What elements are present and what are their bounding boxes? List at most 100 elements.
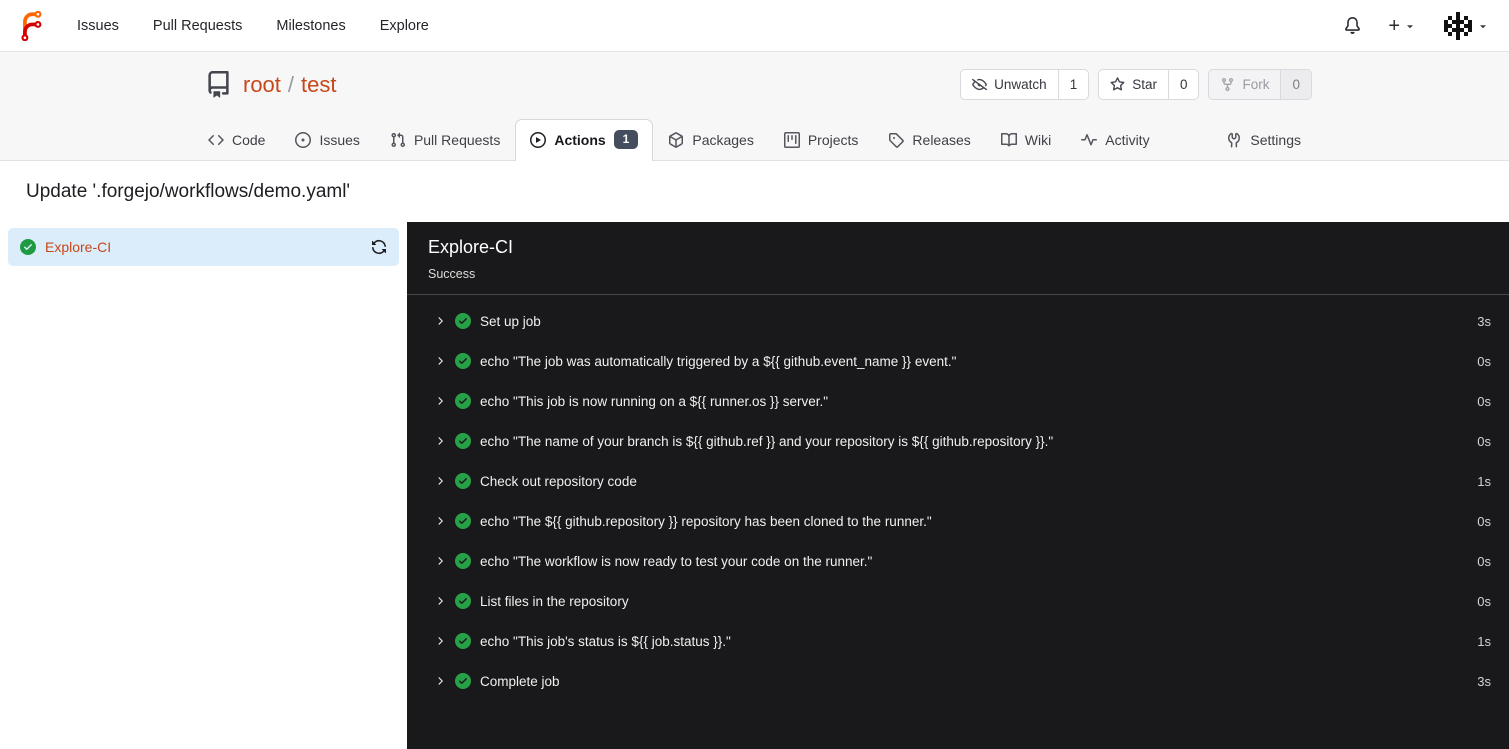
star-icon bbox=[1110, 77, 1125, 92]
stars-count[interactable]: 0 bbox=[1167, 70, 1199, 99]
step-name: echo "The workflow is now ready to test … bbox=[480, 553, 873, 569]
step-row[interactable]: echo "This job is now running on a ${{ r… bbox=[407, 381, 1509, 421]
rerun-sync-icon[interactable] bbox=[371, 239, 387, 255]
tab-issues[interactable]: Issues bbox=[280, 119, 374, 161]
tab-projects[interactable]: Projects bbox=[769, 119, 874, 161]
step-duration: 0s bbox=[1477, 433, 1491, 449]
chevron-right-icon bbox=[434, 435, 446, 447]
nav-issues[interactable]: Issues bbox=[60, 0, 136, 52]
tab-label: Projects bbox=[807, 131, 859, 148]
tab-label: Pull Requests bbox=[413, 131, 501, 148]
job-panel-title: Explore-CI bbox=[428, 237, 514, 257]
repo-owner-link[interactable]: root bbox=[243, 72, 281, 98]
tab-code[interactable]: Code bbox=[193, 119, 280, 161]
fork-button: Fork 0 bbox=[1208, 69, 1312, 100]
step-name: echo "The ${{ github.repository }} repos… bbox=[480, 513, 932, 529]
job-sidebar: Explore-CI bbox=[0, 222, 407, 749]
watchers-count[interactable]: 1 bbox=[1057, 70, 1089, 99]
check-circle-icon bbox=[455, 593, 471, 609]
check-circle-icon bbox=[20, 239, 36, 255]
package-icon bbox=[668, 132, 684, 148]
code-icon bbox=[208, 132, 224, 148]
job-panel-status: Success bbox=[428, 267, 476, 281]
tab-releases[interactable]: Releases bbox=[873, 119, 985, 161]
star-label: Star bbox=[1132, 77, 1157, 92]
chevron-right-icon bbox=[434, 355, 446, 367]
unwatch-button[interactable]: Unwatch 1 bbox=[960, 69, 1090, 100]
step-row[interactable]: echo "The workflow is now ready to test … bbox=[407, 541, 1509, 581]
step-duration: 1s bbox=[1477, 473, 1491, 489]
chevron-right-icon bbox=[434, 635, 446, 647]
unwatch-label: Unwatch bbox=[994, 77, 1047, 92]
job-steps-panel: Explore-CI Success Set up job 3s echo "T… bbox=[407, 222, 1509, 749]
star-button[interactable]: Star 0 bbox=[1098, 69, 1200, 100]
nav-pull-requests[interactable]: Pull Requests bbox=[136, 0, 259, 52]
actions-count-badge: 1 bbox=[613, 130, 639, 149]
plus-icon: + bbox=[1388, 14, 1400, 37]
step-row[interactable]: echo "The name of your branch is ${{ git… bbox=[407, 421, 1509, 461]
tab-pull-requests[interactable]: Pull Requests bbox=[375, 119, 515, 161]
step-row[interactable]: echo "The ${{ github.repository }} repos… bbox=[407, 501, 1509, 541]
step-name: List files in the repository bbox=[480, 593, 629, 609]
check-circle-icon bbox=[455, 313, 471, 329]
step-row[interactable]: List files in the repository 0s bbox=[407, 581, 1509, 621]
fork-icon bbox=[1220, 77, 1235, 92]
chevron-right-icon bbox=[434, 315, 446, 327]
tab-actions[interactable]: Actions 1 bbox=[515, 119, 654, 161]
workflow-run-title: Update '.forgejo/workflows/demo.yaml' bbox=[26, 180, 351, 202]
tab-label: Issues bbox=[319, 131, 360, 148]
eye-closed-icon bbox=[972, 77, 987, 92]
step-duration: 3s bbox=[1477, 313, 1491, 329]
book-icon bbox=[1001, 132, 1017, 148]
nav-explore[interactable]: Explore bbox=[363, 0, 446, 52]
create-new-button[interactable]: + bbox=[1388, 16, 1416, 36]
forks-count[interactable]: 0 bbox=[1280, 70, 1311, 99]
user-avatar bbox=[1443, 10, 1473, 41]
check-circle-icon bbox=[455, 633, 471, 649]
step-name: echo "This job's status is ${{ job.statu… bbox=[480, 633, 731, 649]
tab-activity[interactable]: Activity bbox=[1066, 119, 1164, 161]
step-duration: 0s bbox=[1477, 513, 1491, 529]
step-row[interactable]: Check out repository code 1s bbox=[407, 461, 1509, 501]
repo-separator: / bbox=[287, 71, 295, 97]
step-name: Check out repository code bbox=[480, 473, 637, 489]
step-row[interactable]: echo "The job was automatically triggere… bbox=[407, 341, 1509, 381]
tab-settings[interactable]: Settings bbox=[1211, 119, 1316, 161]
notifications-button[interactable] bbox=[1344, 17, 1361, 34]
run-body: Explore-CI Explore-CI Success Set up job… bbox=[0, 222, 1509, 749]
tools-icon bbox=[1226, 132, 1242, 148]
job-item-explore-ci[interactable]: Explore-CI bbox=[8, 228, 399, 266]
step-row[interactable]: Set up job 3s bbox=[407, 301, 1509, 341]
check-circle-icon bbox=[455, 473, 471, 489]
top-navbar: Issues Pull Requests Milestones Explore … bbox=[0, 0, 1509, 52]
repo-name-link[interactable]: test bbox=[301, 72, 336, 98]
chevron-right-icon bbox=[434, 555, 446, 567]
tab-label: Activity bbox=[1105, 131, 1150, 148]
tab-label: Actions bbox=[554, 131, 606, 148]
step-name: echo "The name of your branch is ${{ git… bbox=[480, 433, 1054, 449]
chevron-down-icon bbox=[1477, 20, 1489, 32]
user-menu-button[interactable] bbox=[1443, 10, 1489, 41]
repo-action-buttons: Unwatch 1 Star 0 Fork 0 bbox=[960, 69, 1312, 100]
tab-packages[interactable]: Packages bbox=[653, 119, 768, 161]
tab-label: Wiki bbox=[1024, 131, 1052, 148]
job-name: Explore-CI bbox=[45, 239, 112, 255]
tab-label: Releases bbox=[912, 131, 971, 148]
nav-milestones[interactable]: Milestones bbox=[259, 0, 362, 52]
chevron-right-icon bbox=[434, 675, 446, 687]
play-circle-icon bbox=[530, 132, 546, 148]
tab-label: Code bbox=[232, 131, 266, 148]
fork-label: Fork bbox=[1242, 77, 1270, 92]
job-panel-header: Explore-CI Success bbox=[407, 222, 1509, 295]
step-row[interactable]: echo "This job's status is ${{ job.statu… bbox=[407, 621, 1509, 661]
chevron-down-icon bbox=[1404, 20, 1416, 32]
step-duration: 0s bbox=[1477, 393, 1491, 409]
navbar-right: + bbox=[1344, 10, 1495, 41]
forgejo-logo[interactable] bbox=[16, 10, 46, 41]
tabs-spacer bbox=[1165, 119, 1212, 161]
bell-icon bbox=[1344, 17, 1361, 34]
step-duration: 0s bbox=[1477, 353, 1491, 369]
check-circle-icon bbox=[455, 673, 471, 689]
tab-wiki[interactable]: Wiki bbox=[986, 119, 1066, 161]
step-row[interactable]: Complete job 3s bbox=[407, 661, 1509, 701]
